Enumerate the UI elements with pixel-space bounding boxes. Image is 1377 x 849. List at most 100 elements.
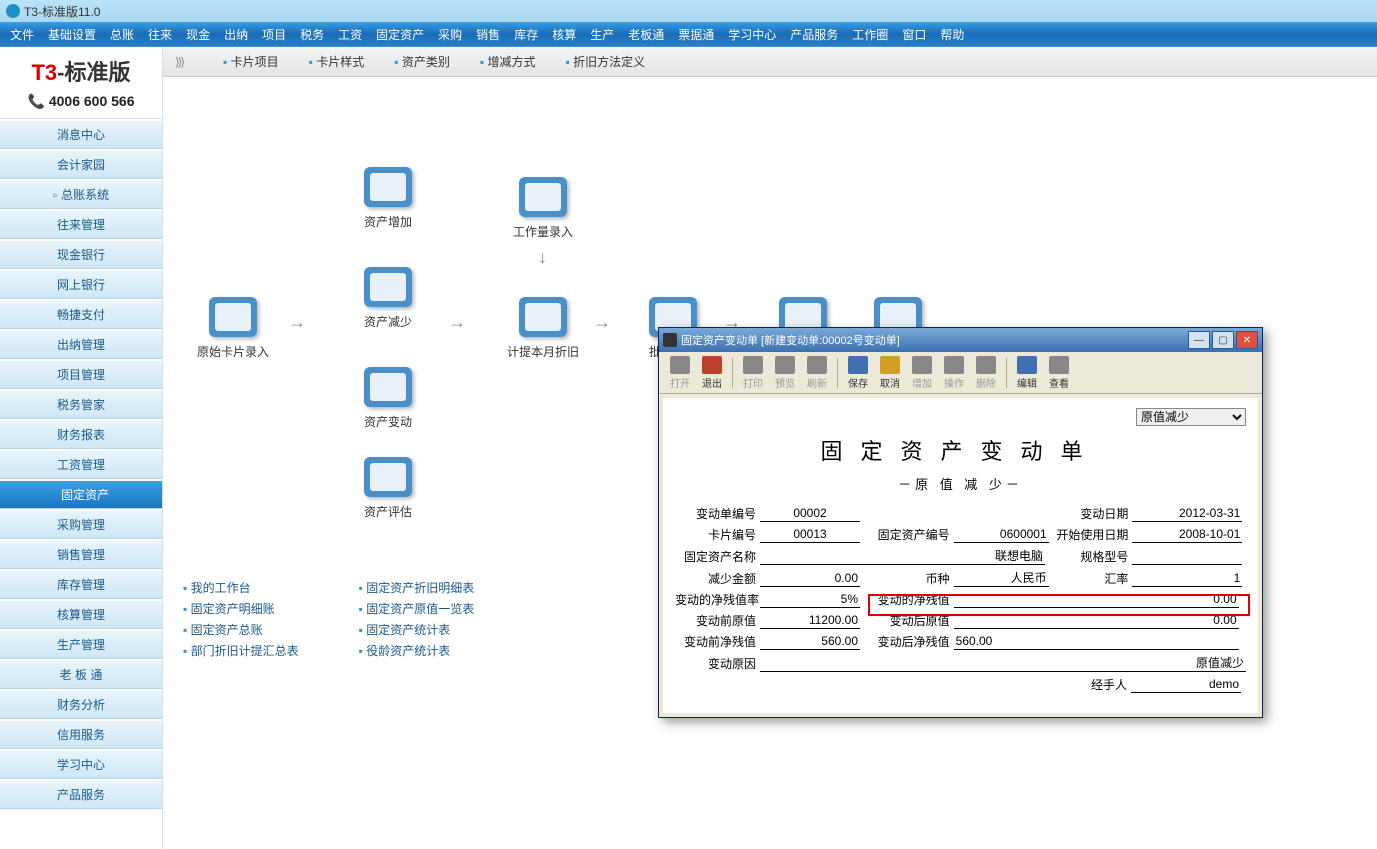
val-aft-res[interactable]: 560.00: [954, 634, 1239, 650]
menu-item[interactable]: 总账: [110, 26, 134, 43]
quicklink-item[interactable]: 我的工作台: [183, 577, 299, 598]
menu-item[interactable]: 现金: [186, 26, 210, 43]
val-aft-orig[interactable]: 0.00: [954, 613, 1239, 629]
nav-item[interactable]: 生产管理: [0, 631, 162, 659]
toolbar-编辑[interactable]: 编辑: [1012, 356, 1042, 390]
wf-node-original-card[interactable]: 原始卡片录入: [193, 297, 273, 360]
menu-item[interactable]: 生产: [590, 26, 614, 43]
val-handler[interactable]: demo: [1131, 677, 1241, 693]
nav-item[interactable]: 核算管理: [0, 601, 162, 629]
val-date[interactable]: 2012-03-31: [1132, 506, 1242, 522]
wf-node-asset-eval[interactable]: 资产评估: [348, 457, 428, 520]
menu-item[interactable]: 帮助: [940, 26, 964, 43]
menu-item[interactable]: 工资: [338, 26, 362, 43]
close-button[interactable]: ✕: [1236, 331, 1258, 349]
change-type-select[interactable]: 原值减少: [1136, 408, 1246, 426]
nav-item[interactable]: 信用服务: [0, 721, 162, 749]
maximize-button[interactable]: ▢: [1212, 331, 1234, 349]
nav-item[interactable]: 畅捷支付: [0, 301, 162, 329]
wf-node-depreciation[interactable]: 计提本月折旧: [503, 297, 583, 360]
menu-item[interactable]: 采购: [438, 26, 462, 43]
tab-item[interactable]: 卡片样式: [309, 53, 365, 70]
nav-item[interactable]: 消息中心: [0, 121, 162, 149]
menu-item[interactable]: 税务: [300, 26, 324, 43]
menu-item[interactable]: 窗口: [902, 26, 926, 43]
menu-item[interactable]: 工作圈: [852, 26, 888, 43]
chevron-icon[interactable]: ⟩⟩⟩: [175, 55, 183, 69]
wf-node-workload[interactable]: 工作量录入: [503, 177, 583, 240]
menu-item[interactable]: 票据通: [678, 26, 714, 43]
menu-item[interactable]: 往来: [148, 26, 172, 43]
wf-node-asset-add[interactable]: 资产增加: [348, 167, 428, 230]
nav-item[interactable]: 学习中心: [0, 751, 162, 779]
quicklink-item[interactable]: 部门折旧计提汇总表: [183, 640, 299, 661]
menu-item[interactable]: 产品服务: [790, 26, 838, 43]
nav-item[interactable]: ▫固定资产: [0, 481, 162, 509]
menu-item[interactable]: 库存: [514, 26, 538, 43]
toolbar-保存[interactable]: 保存: [843, 356, 873, 390]
nav-item[interactable]: 往来管理: [0, 211, 162, 239]
nav-item[interactable]: ▫总账系统: [0, 181, 162, 209]
quicklink-item[interactable]: 固定资产折旧明细表: [359, 577, 475, 598]
val-resrate[interactable]: 5%: [760, 592, 860, 608]
quicklink-item[interactable]: 固定资产原值一览表: [359, 598, 475, 619]
val-rate[interactable]: 1: [1132, 571, 1242, 587]
quicklink-item[interactable]: 役龄资产统计表: [359, 640, 475, 661]
wf-node-asset-reduce[interactable]: 资产减少: [348, 267, 428, 330]
nav-item[interactable]: 出纳管理: [0, 331, 162, 359]
wf-node-asset-change[interactable]: 资产变动: [348, 367, 428, 430]
val-reason[interactable]: 原值减少: [760, 654, 1246, 672]
quicklink-item[interactable]: 固定资产明细账: [183, 598, 299, 619]
tab-item[interactable]: 卡片项目: [223, 53, 279, 70]
menu-item[interactable]: 固定资产: [376, 26, 424, 43]
menu-item[interactable]: 学习中心: [728, 26, 776, 43]
toolbar-icon: [912, 356, 932, 374]
tab-item[interactable]: 资产类别: [394, 53, 450, 70]
toolbar-icon: [670, 356, 690, 374]
minimize-button[interactable]: —: [1188, 331, 1210, 349]
val-start[interactable]: 2008-10-01: [1132, 527, 1242, 543]
menu-item[interactable]: 项目: [262, 26, 286, 43]
nav-item[interactable]: 库存管理: [0, 571, 162, 599]
val-asset-no[interactable]: 0600001: [954, 527, 1049, 543]
quicklink-item[interactable]: 固定资产统计表: [359, 619, 475, 640]
nav-item[interactable]: 网上银行: [0, 271, 162, 299]
calendar-icon: [519, 297, 567, 337]
nav-item[interactable]: 销售管理: [0, 541, 162, 569]
toolbar-退出[interactable]: 退出: [697, 356, 727, 390]
val-model[interactable]: [1132, 549, 1242, 565]
val-dec[interactable]: 0.00: [760, 571, 860, 587]
brand: T3-标准版: [8, 55, 154, 87]
tab-item[interactable]: 折旧方法定义: [565, 53, 645, 70]
menu-item[interactable]: 文件: [10, 26, 34, 43]
menu-item[interactable]: 出纳: [224, 26, 248, 43]
nav-item[interactable]: 税务管家: [0, 391, 162, 419]
toolbar-查看[interactable]: 查看: [1044, 356, 1074, 390]
quicklink-item[interactable]: 固定资产总账: [183, 619, 299, 640]
dialog-titlebar[interactable]: 固定资产变动单 [新建变动单:00002号变动单] — ▢ ✕: [659, 328, 1262, 352]
nav-item[interactable]: 产品服务: [0, 781, 162, 809]
menu-item[interactable]: 销售: [476, 26, 500, 43]
menu-item[interactable]: 核算: [552, 26, 576, 43]
nav-item[interactable]: 工资管理: [0, 451, 162, 479]
menu-item[interactable]: 老板通: [628, 26, 664, 43]
val-resval[interactable]: 0.00: [954, 592, 1239, 608]
nav-item[interactable]: 财务报表: [0, 421, 162, 449]
val-curr[interactable]: 人民币: [954, 569, 1049, 587]
nav-item[interactable]: 财务分析: [0, 691, 162, 719]
nav-item[interactable]: 老 板 通: [0, 661, 162, 689]
lbl-card: 卡片编号: [675, 526, 760, 543]
tab-item[interactable]: 增减方式: [480, 53, 536, 70]
nav-item[interactable]: 采购管理: [0, 511, 162, 539]
nav-item[interactable]: 现金银行: [0, 241, 162, 269]
val-bef-res[interactable]: 560.00: [760, 634, 860, 650]
val-bef-orig[interactable]: 11200.00: [760, 613, 860, 629]
val-no[interactable]: 00002: [760, 506, 860, 522]
val-name[interactable]: 联想电脑: [760, 547, 1045, 565]
toolbar-取消[interactable]: 取消: [875, 356, 905, 390]
menu-item[interactable]: 基础设置: [48, 26, 96, 43]
val-card[interactable]: 00013: [760, 527, 860, 543]
nav-item[interactable]: 项目管理: [0, 361, 162, 389]
toolbar-label: 操作: [944, 375, 964, 390]
nav-item[interactable]: 会计家园: [0, 151, 162, 179]
